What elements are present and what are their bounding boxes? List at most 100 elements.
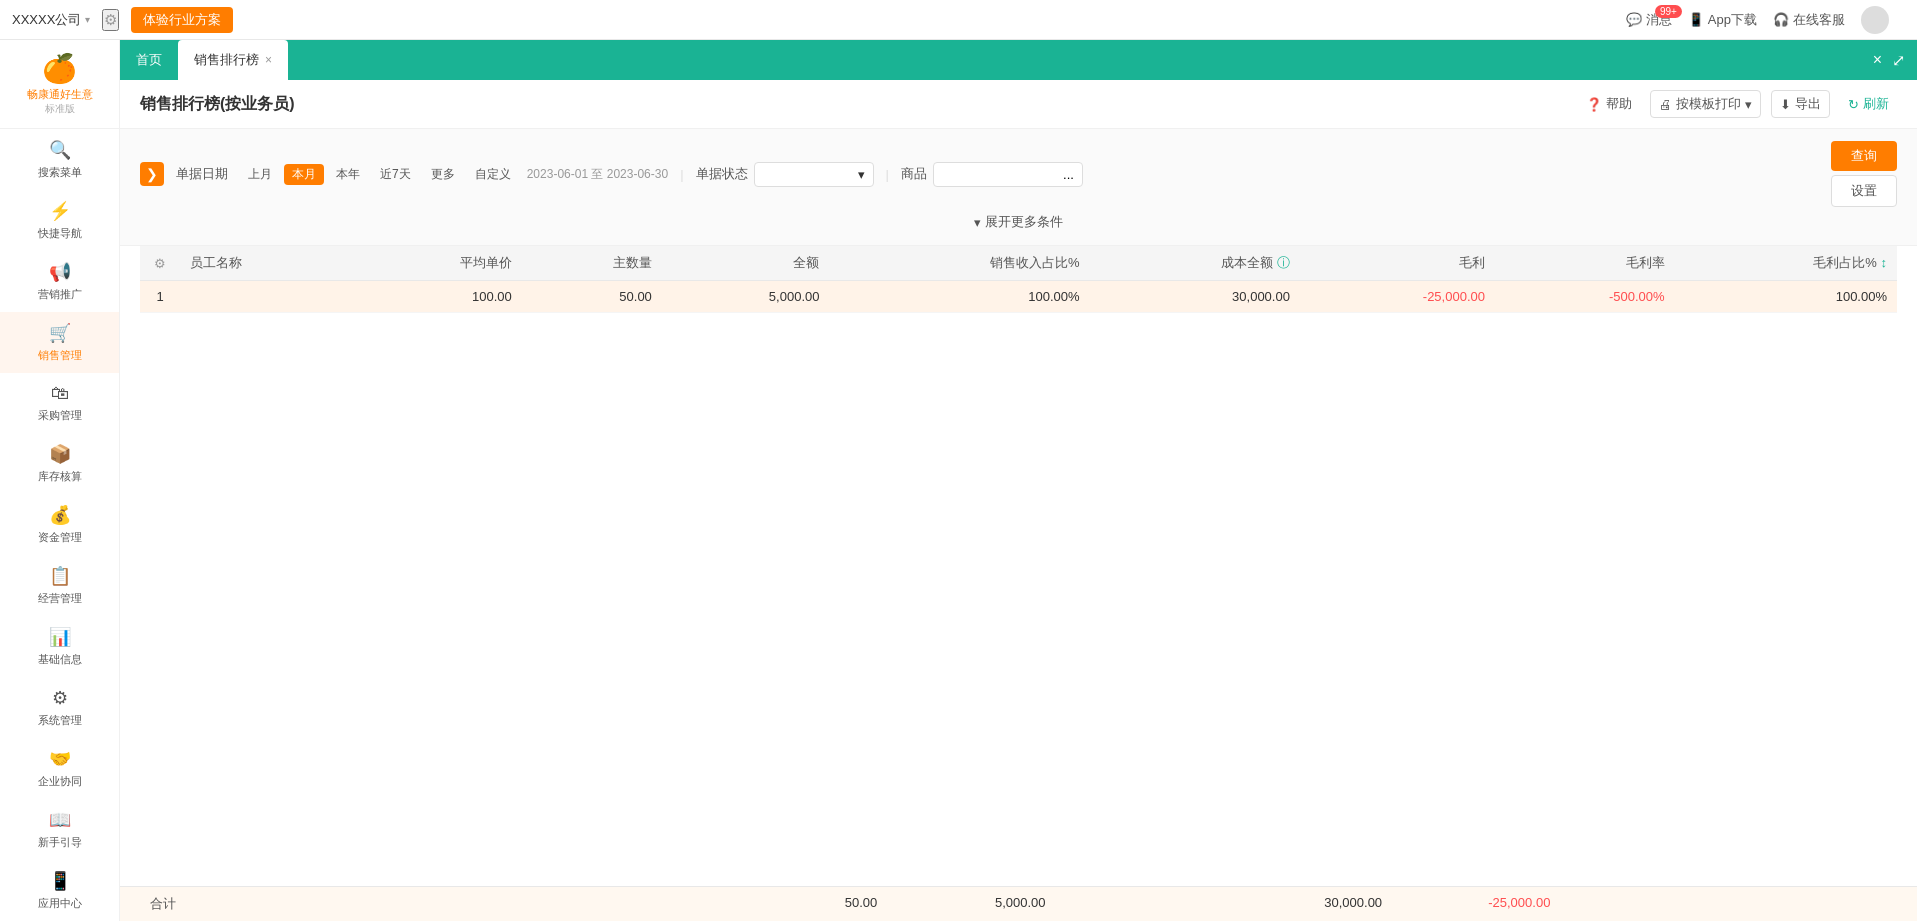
date-tab-this-year[interactable]: 本年: [328, 164, 368, 185]
cell-gross-profit: -25,000.00: [1300, 281, 1495, 313]
online-service-label: 在线客服: [1793, 11, 1845, 29]
sidebar-label-enterprise: 企业协同: [38, 774, 82, 789]
logo-icon: 🍊: [42, 52, 77, 85]
col-qty: 主数量: [522, 246, 662, 281]
filter-toggle-button[interactable]: ❯: [140, 162, 164, 186]
cost-info-icon: ⓘ: [1277, 255, 1290, 270]
enterprise-icon: 🤝: [49, 748, 71, 770]
sidebar-item-finance[interactable]: 💰 资金管理: [0, 494, 119, 555]
sidebar-label-sales: 销售管理: [38, 348, 82, 363]
company-selector[interactable]: XXXXX公司 ▾: [12, 11, 90, 29]
refresh-button[interactable]: ↻ 刷新: [1840, 91, 1897, 117]
message-badge: 99+: [1655, 5, 1682, 18]
cell-revenue-pct: 100.00%: [829, 281, 1089, 313]
sidebar-item-enterprise[interactable]: 🤝 企业协同: [0, 738, 119, 799]
col-avg-price: 平均单价: [351, 246, 522, 281]
help-icon: ❓: [1586, 97, 1602, 112]
content-area: 首页 销售排行榜 × × ⤢ 销售排行榜(按业务员) ❓ 帮助: [120, 40, 1917, 921]
col-gross-profit: 毛利: [1300, 246, 1495, 281]
date-tab-last-month[interactable]: 上月: [240, 164, 280, 185]
purchase-icon: 🛍: [51, 383, 69, 404]
col-gross-rate: 毛利率: [1495, 246, 1675, 281]
footer-gross-profit: -25,000.00: [1392, 895, 1560, 913]
company-chevron: ▾: [85, 14, 90, 25]
goods-input[interactable]: ...: [933, 162, 1083, 187]
avatar[interactable]: [1861, 6, 1889, 34]
footer-cost: 30,000.00: [1224, 895, 1392, 913]
sidebar-item-guide[interactable]: 📖 新手引导: [0, 799, 119, 860]
table-row: 1 100.00 50.00 5,000.00 100.00% 30,000.0…: [140, 281, 1897, 313]
help-button[interactable]: ❓ 帮助: [1578, 91, 1640, 117]
tab-home-label: 首页: [136, 51, 162, 69]
company-name: XXXXX公司: [12, 11, 81, 29]
logo-sub: 标准版: [45, 102, 75, 116]
sidebar-item-shortcuts[interactable]: ⚡ 快捷导航: [0, 190, 119, 251]
sidebar-item-purchase[interactable]: 🛍 采购管理: [0, 373, 119, 433]
settings-icon[interactable]: ⚙: [102, 9, 119, 31]
status-select[interactable]: ▾: [754, 162, 874, 187]
right-buttons: 查询 设置: [1831, 141, 1897, 207]
sidebar-label-operations: 经营管理: [38, 591, 82, 606]
tab-sales-ranking[interactable]: 销售排行榜 ×: [178, 40, 288, 80]
basics-icon: 📊: [49, 626, 71, 648]
sidebar-item-basics[interactable]: 📊 基础信息: [0, 616, 119, 677]
operations-icon: 📋: [49, 565, 71, 587]
expand-icon: ▾: [974, 215, 981, 230]
query-button[interactable]: 查询: [1831, 141, 1897, 171]
footer-gross-pct: [1729, 895, 1897, 913]
date-tab-7days[interactable]: 近7天: [372, 164, 419, 185]
column-settings-button[interactable]: 设置: [1831, 175, 1897, 207]
tab-close-icon[interactable]: ×: [265, 53, 272, 67]
online-service-button[interactable]: 🎧 在线客服: [1773, 11, 1845, 29]
maximize-icon[interactable]: ⤢: [1892, 51, 1905, 70]
sidebar-item-inventory[interactable]: 📦 库存核算: [0, 433, 119, 494]
print-button[interactable]: 🖨 按模板打印 ▾: [1650, 90, 1761, 118]
minimize-icon[interactable]: ×: [1873, 51, 1882, 69]
trial-button[interactable]: 体验行业方案: [131, 7, 233, 33]
expand-row: ▾ 展开更多条件: [140, 207, 1897, 233]
cell-qty: 50.00: [522, 281, 662, 313]
date-tab-this-month[interactable]: 本月: [284, 164, 324, 185]
footer-row: 合计 50.00 5,000.00 30,000.00 -25,000.00: [140, 895, 1897, 913]
search-icon: 🔍: [49, 139, 71, 161]
tab-active-label: 销售排行榜: [194, 51, 259, 69]
sidebar-label-purchase: 采购管理: [38, 408, 82, 423]
expand-more-button[interactable]: ▾ 展开更多条件: [974, 213, 1063, 231]
cell-rank: 1: [140, 281, 180, 313]
sidebar-item-appstore[interactable]: 📱 应用中心: [0, 860, 119, 921]
sidebar-item-marketing[interactable]: 📢 营销推广: [0, 251, 119, 312]
page-title: 销售排行榜(按业务员): [140, 94, 1578, 115]
date-tab-custom[interactable]: 自定义: [467, 164, 519, 185]
date-tab-more[interactable]: 更多: [423, 164, 463, 185]
top-bar: XXXXX公司 ▾ ⚙ 体验行业方案 💬 消息 99+ 📱 App下载 🎧 在线…: [0, 0, 1917, 40]
footer-label: 合计: [140, 895, 382, 913]
footer-revenue-pct: [1056, 895, 1224, 913]
cell-avg-price: 100.00: [351, 281, 522, 313]
sidebar-item-system[interactable]: ⚙ 系统管理: [0, 677, 119, 738]
app-dl-label: App下载: [1708, 11, 1757, 29]
finance-icon: 💰: [49, 504, 71, 526]
tab-bar: 首页 销售排行榜 × × ⤢: [120, 40, 1917, 80]
tab-home[interactable]: 首页: [120, 40, 178, 80]
sidebar-label-system: 系统管理: [38, 713, 82, 728]
footer-qty: 50.00: [719, 895, 887, 913]
sidebar-label-appstore: 应用中心: [38, 896, 82, 911]
cell-name: [180, 281, 351, 313]
date-range: 2023-06-01 至 2023-06-30: [527, 166, 668, 183]
col-revenue-pct: 销售收入占比%: [829, 246, 1089, 281]
data-table: ⚙ 员工名称 平均单价 主数量 全额 销售收入占比% 成本全额 ⓘ 毛利: [140, 246, 1897, 313]
table-footer: 合计 50.00 5,000.00 30,000.00 -25,000.00: [120, 886, 1917, 921]
column-settings-icon[interactable]: ⚙: [154, 256, 166, 271]
app-download-button[interactable]: 📱 App下载: [1688, 11, 1757, 29]
sidebar-item-search[interactable]: 🔍 搜索菜单: [0, 129, 119, 190]
date-tabs: 上月 本月 本年 近7天 更多 自定义 2023-06-01 至 2023-06…: [240, 164, 668, 185]
message-button[interactable]: 💬 消息 99+: [1626, 11, 1672, 29]
export-button[interactable]: ⬇ 导出: [1771, 90, 1830, 118]
lightning-icon: ⚡: [49, 200, 71, 222]
refresh-icon: ↻: [1848, 97, 1859, 112]
sidebar-item-operations[interactable]: 📋 经营管理: [0, 555, 119, 616]
cell-cost: 30,000.00: [1090, 281, 1300, 313]
sidebar-item-sales[interactable]: 🛒 销售管理: [0, 312, 119, 373]
goods-label: 商品: [901, 165, 927, 183]
print-icon: 🖨: [1659, 97, 1672, 112]
